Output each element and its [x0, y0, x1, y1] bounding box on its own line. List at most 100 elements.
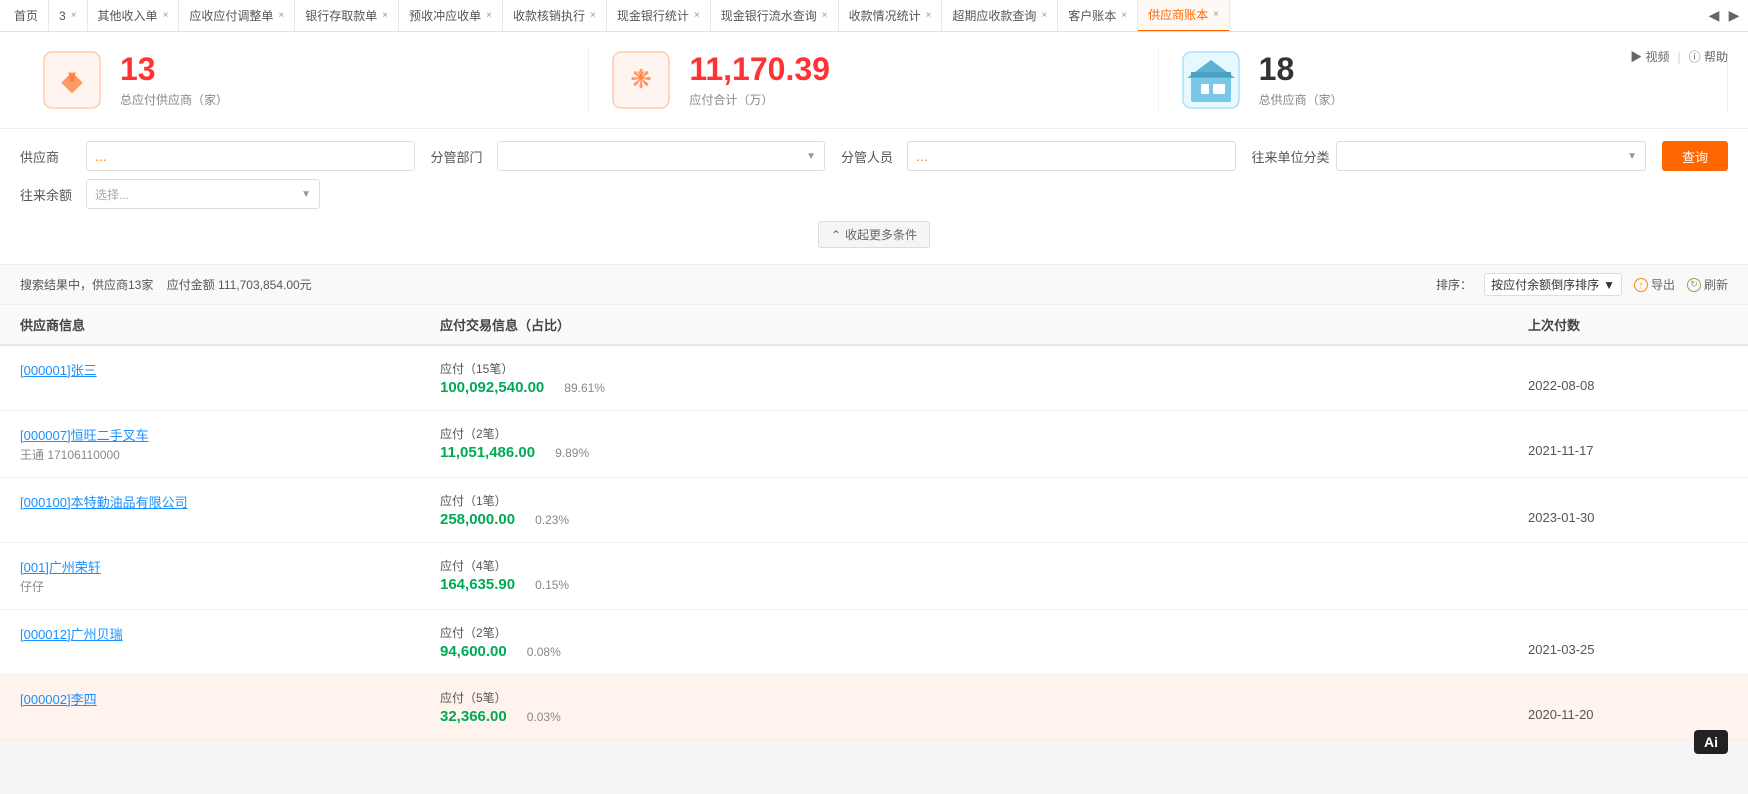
last-pay-cell: 2021-11-17 — [1528, 425, 1728, 458]
nav-tab-receipt-stat-close[interactable]: × — [926, 10, 932, 21]
refresh-button[interactable]: ↻ 刷新 — [1687, 276, 1728, 293]
summary-section: ◆ ¥ 13 总应付供应商（家） ❋ ¥ 11,170.39 应付合计（万） — [0, 32, 1748, 129]
nav-tab-home[interactable]: 首页 — [4, 0, 49, 32]
col-header-transaction: 应付交易信息（占比） — [440, 315, 1528, 334]
nav-tab-receipt-verify-close[interactable]: × — [590, 10, 596, 21]
trans-percent: 0.15% — [535, 578, 569, 592]
supplier-link[interactable]: [000007]恒旺二手叉车 — [20, 428, 149, 443]
nav-tab-cash-flow-close[interactable]: × — [822, 10, 828, 21]
nav-tab-cash-flow-label: 现金银行流水查询 — [721, 7, 817, 24]
trans-percent: 0.23% — [535, 513, 569, 527]
trans-label: 应付（4笔） — [440, 557, 1528, 574]
trans-amount: 94,600.00 — [440, 643, 507, 660]
nav-tab-3-label: 3 — [59, 9, 66, 23]
supplier-sub-info: 仔仔 — [20, 578, 440, 595]
summary-card1-text: 13 总应付供应商（家） — [120, 52, 228, 108]
filter-row-1: 供应商 ... 分管部门 ▼ 分管人员 ... 往来单位分类 ▼ — [20, 141, 1728, 171]
filter-dept: 分管部门 ▼ — [431, 141, 826, 171]
supplier-link[interactable]: [000012]广州贝瑞 — [20, 627, 123, 642]
nav-arrow-right[interactable]: ▶ — [1724, 0, 1744, 32]
balance-arrow-icon: ▼ — [301, 189, 311, 200]
nav-tab-ar-ap-adjust[interactable]: 应收应付调整单 × — [179, 0, 295, 32]
nav-tab-other-income-label: 其他收入单 — [98, 7, 158, 24]
nav-tab-3[interactable]: 3 × — [49, 0, 88, 32]
supplier-cell: [000012]广州贝瑞 — [20, 624, 440, 643]
supplier-cell: [000002]李四 — [20, 689, 440, 708]
sort-label: 排序： — [1436, 276, 1472, 293]
table-row[interactable]: [000007]恒旺二手叉车王通 17106110000应付（2笔）11,051… — [0, 411, 1748, 478]
nav-tab-cash-bank-stat-label: 现金银行统计 — [617, 7, 689, 24]
filter-category: 往来单位分类 ▼ — [1252, 141, 1647, 171]
nav-tab-bank-deposit-close[interactable]: × — [382, 10, 388, 21]
col-header-lastpay: 上次付数 — [1528, 315, 1728, 334]
person-input[interactable]: ... — [907, 141, 1236, 171]
nav-tab-overdue-ar-close[interactable]: × — [1041, 10, 1047, 21]
nav-tab-cash-bank-stat-close[interactable]: × — [694, 10, 700, 21]
last-pay-cell: 2023-01-30 — [1528, 492, 1728, 525]
nav-tab-customer-ledger[interactable]: 客户账本 × — [1058, 0, 1138, 32]
category-input[interactable]: ▼ — [1336, 141, 1646, 171]
trans-label: 应付（2笔） — [440, 624, 1528, 641]
supplier-link[interactable]: [001]广州荣轩 — [20, 560, 101, 575]
nav-tab-advance-ar-close[interactable]: × — [486, 10, 492, 21]
result-info: 搜索结果中，供应商13家 应付金额 111,703,854.00元 — [20, 276, 312, 293]
supplier-link[interactable]: [000100]本特勤油品有限公司 — [20, 495, 188, 510]
dept-input[interactable]: ▼ — [497, 141, 826, 171]
total-supplier-count: 18 — [1259, 52, 1343, 87]
filter-balance: 往来余额 选择... ▼ — [20, 179, 320, 209]
nav-tab-bank-deposit-label: 银行存取款单 — [305, 7, 377, 24]
trans-amount: 164,635.90 — [440, 576, 515, 593]
supplier-link[interactable]: [000001]张三 — [20, 363, 97, 378]
table-row[interactable]: [000100]本特勤油品有限公司应付（1笔）258,000.000.23%20… — [0, 478, 1748, 543]
trans-amount: 100,092,540.00 — [440, 379, 544, 396]
table-body: [000001]张三应付（15笔）100,092,540.0089.61%202… — [0, 346, 1748, 740]
nav-tab-advance-ar[interactable]: 预收冲应收单 × — [399, 0, 503, 32]
summary-card3-text: 18 总供应商（家） — [1259, 52, 1343, 108]
nav-tab-other-income-close[interactable]: × — [163, 10, 169, 21]
supplier-dots: ... — [95, 148, 107, 164]
nav-tab-cash-bank-stat[interactable]: 现金银行统计 × — [607, 0, 711, 32]
collapse-button[interactable]: ⌃ 收起更多条件 — [818, 221, 930, 248]
sort-select[interactable]: 按应付余额倒序排序 ▼ — [1484, 273, 1622, 296]
nav-tab-ar-ap-adjust-label: 应收应付调整单 — [189, 7, 273, 24]
transaction-cell: 应付（5笔）32,366.000.03% — [440, 689, 1528, 725]
table-row[interactable]: [000012]广州贝瑞 应付（2笔） 94,600.00 0.08% 2021-03-… — [0, 610, 1748, 675]
nav-tab-supplier-ledger-close[interactable]: × — [1213, 9, 1219, 20]
nav-tab-overdue-ar[interactable]: 超期应收款查询 × — [942, 0, 1058, 32]
export-button[interactable]: ↑ 导出 — [1634, 276, 1675, 293]
trans-amount: 32,366.00 — [440, 708, 507, 725]
video-link[interactable]: ▶ 视频 — [1630, 48, 1669, 65]
trans-percent: 0.08% — [527, 645, 561, 659]
balance-placeholder: 选择... — [95, 186, 129, 203]
summary-card-payable-suppliers: ◆ ¥ 13 总应付供应商（家） — [20, 48, 589, 112]
nav-tab-3-close[interactable]: × — [71, 10, 77, 21]
nav-arrow-left[interactable]: ◀ — [1704, 0, 1724, 32]
nav-tab-receipt-verify[interactable]: 收款核销执行 × — [503, 0, 607, 32]
nav-tab-other-income[interactable]: 其他收入单 × — [88, 0, 180, 32]
search-button[interactable]: 查询 — [1662, 141, 1728, 171]
dept-filter-label: 分管部门 — [431, 147, 491, 166]
ai-badge[interactable]: Ai — [1694, 730, 1728, 754]
nav-tab-bank-deposit[interactable]: 银行存取款单 × — [295, 0, 399, 32]
nav-tab-cash-flow[interactable]: 现金银行流水查询 × — [711, 0, 839, 32]
nav-tab-customer-ledger-close[interactable]: × — [1121, 10, 1127, 21]
payable-supplier-icon: ◆ ¥ — [40, 48, 104, 112]
last-pay-cell: 2021-03-25 — [1528, 624, 1728, 657]
supplier-link[interactable]: [000002]李四 — [20, 692, 97, 707]
dept-arrow-icon: ▼ — [806, 151, 816, 162]
nav-tab-customer-ledger-label: 客户账本 — [1068, 7, 1116, 24]
supplier-filter-label: 供应商 — [20, 147, 80, 166]
help-link[interactable]: ⓘ 帮助 — [1689, 48, 1728, 65]
balance-input[interactable]: 选择... ▼ — [86, 179, 320, 209]
category-arrow-icon: ▼ — [1627, 151, 1637, 162]
table-row[interactable]: [001]广州荣轩仔仔应付（4笔） 164,635.90 0.15% — [0, 543, 1748, 610]
nav-tab-supplier-ledger[interactable]: 供应商账本 × — [1138, 0, 1230, 32]
table-row[interactable]: [000002]李四应付（5笔）32,366.000.03%2020-11-20 — [0, 675, 1748, 740]
table-row[interactable]: [000001]张三应付（15笔）100,092,540.0089.61%202… — [0, 346, 1748, 411]
nav-tab-receipt-verify-label: 收款核销执行 — [513, 7, 585, 24]
nav-tab-supplier-ledger-label: 供应商账本 — [1148, 6, 1208, 23]
trans-percent: 0.03% — [527, 710, 561, 724]
nav-tab-ar-ap-adjust-close[interactable]: × — [278, 10, 284, 21]
supplier-input[interactable]: ... — [86, 141, 415, 171]
nav-tab-receipt-stat[interactable]: 收款情况统计 × — [839, 0, 943, 32]
